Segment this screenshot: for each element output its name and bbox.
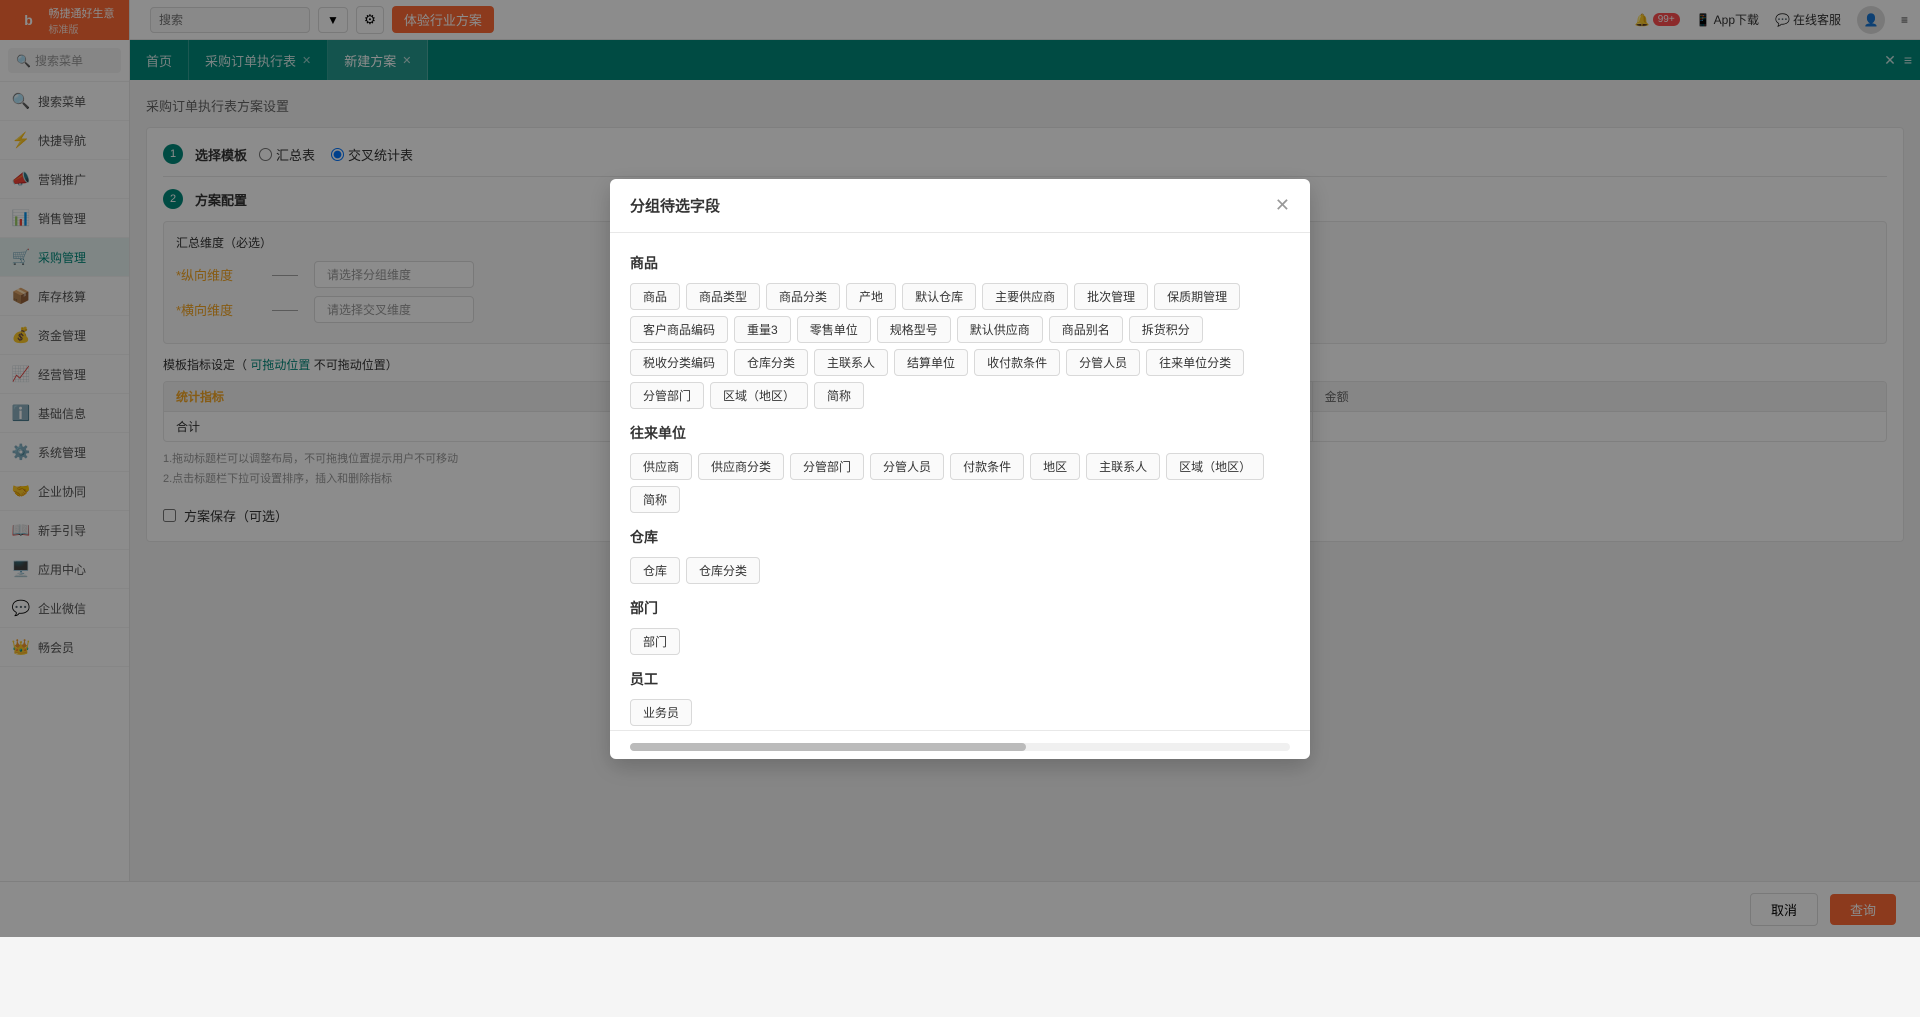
field-chip-0-8[interactable]: 客户商品编码 (630, 316, 728, 343)
field-chip-0-6[interactable]: 批次管理 (1074, 283, 1148, 310)
field-chip-1-5[interactable]: 地区 (1030, 453, 1080, 480)
field-chip-0-0[interactable]: 商品 (630, 283, 680, 310)
field-chip-4-0[interactable]: 业务员 (630, 699, 692, 726)
field-chip-0-22[interactable]: 分管部门 (630, 382, 704, 409)
field-chip-1-6[interactable]: 主联系人 (1086, 453, 1160, 480)
field-chips-1: 供应商供应商分类分管部门分管人员付款条件地区主联系人区域（地区） 简称 (630, 453, 1290, 513)
field-chip-0-18[interactable]: 结算单位 (894, 349, 968, 376)
field-section-title-1: 往来单位 (630, 423, 1290, 443)
field-chips-2: 仓库仓库分类 (630, 557, 1290, 584)
field-chip-0-12[interactable]: 默认供应商 (957, 316, 1043, 343)
field-chip-1-1[interactable]: 供应商分类 (698, 453, 784, 480)
modal-scrollbar-area (610, 730, 1310, 759)
field-chip-3-0[interactable]: 部门 (630, 628, 680, 655)
field-chip-0-14[interactable]: 拆货积分 (1129, 316, 1203, 343)
field-chip-0-16[interactable]: 仓库分类 (734, 349, 808, 376)
field-chip-0-9[interactable]: 重量3 (734, 316, 791, 343)
field-chip-0-17[interactable]: 主联系人 (814, 349, 888, 376)
field-chip-0-3[interactable]: 产地 (846, 283, 896, 310)
field-chip-0-21[interactable]: 往来单位分类 (1146, 349, 1244, 376)
field-chip-0-15[interactable]: 税收分类编码 (630, 349, 728, 376)
modal-dialog: 分组待选字段 ✕ 商品商品商品类型商品分类产地默认仓库主要供应商批次管理保质期管… (610, 179, 1310, 759)
field-section-title-4: 员工 (630, 669, 1290, 689)
field-chip-1-4[interactable]: 付款条件 (950, 453, 1024, 480)
field-chip-0-20[interactable]: 分管人员 (1066, 349, 1140, 376)
field-chip-0-5[interactable]: 主要供应商 (982, 283, 1068, 310)
field-chip-0-7[interactable]: 保质期管理 (1154, 283, 1240, 310)
modal-title: 分组待选字段 (630, 195, 720, 216)
field-chip-0-13[interactable]: 商品别名 (1049, 316, 1123, 343)
field-chip-0-19[interactable]: 收付款条件 (974, 349, 1060, 376)
field-section-title-2: 仓库 (630, 527, 1290, 547)
field-chips-4: 业务员 (630, 699, 1290, 726)
field-chip-1-8[interactable]: 简称 (630, 486, 680, 513)
field-chip-0-11[interactable]: 规格型号 (877, 316, 951, 343)
field-chip-0-4[interactable]: 默认仓库 (902, 283, 976, 310)
field-chip-0-24[interactable]: 简称 (814, 382, 864, 409)
field-section-title-0: 商品 (630, 253, 1290, 273)
field-chips-3: 部门 (630, 628, 1290, 655)
modal-overlay[interactable]: 分组待选字段 ✕ 商品商品商品类型商品分类产地默认仓库主要供应商批次管理保质期管… (0, 0, 1920, 937)
field-chip-1-0[interactable]: 供应商 (630, 453, 692, 480)
field-chip-2-0[interactable]: 仓库 (630, 557, 680, 584)
field-chip-1-2[interactable]: 分管部门 (790, 453, 864, 480)
field-chip-0-10[interactable]: 零售单位 (797, 316, 871, 343)
modal-body: 商品商品商品类型商品分类产地默认仓库主要供应商批次管理保质期管理客户商品编码重量… (610, 233, 1310, 730)
field-chip-0-23[interactable]: 区域（地区） (710, 382, 808, 409)
field-chip-0-1[interactable]: 商品类型 (686, 283, 760, 310)
field-chip-2-1[interactable]: 仓库分类 (686, 557, 760, 584)
field-chip-0-2[interactable]: 商品分类 (766, 283, 840, 310)
modal-close-button[interactable]: ✕ (1275, 196, 1290, 214)
field-chip-1-3[interactable]: 分管人员 (870, 453, 944, 480)
field-chips-0: 商品商品类型商品分类产地默认仓库主要供应商批次管理保质期管理客户商品编码重量3零… (630, 283, 1290, 409)
field-chip-1-7[interactable]: 区域（地区） (1166, 453, 1264, 480)
horizontal-scrollbar[interactable] (630, 743, 1290, 751)
modal-header: 分组待选字段 ✕ (610, 179, 1310, 233)
field-section-title-3: 部门 (630, 598, 1290, 618)
